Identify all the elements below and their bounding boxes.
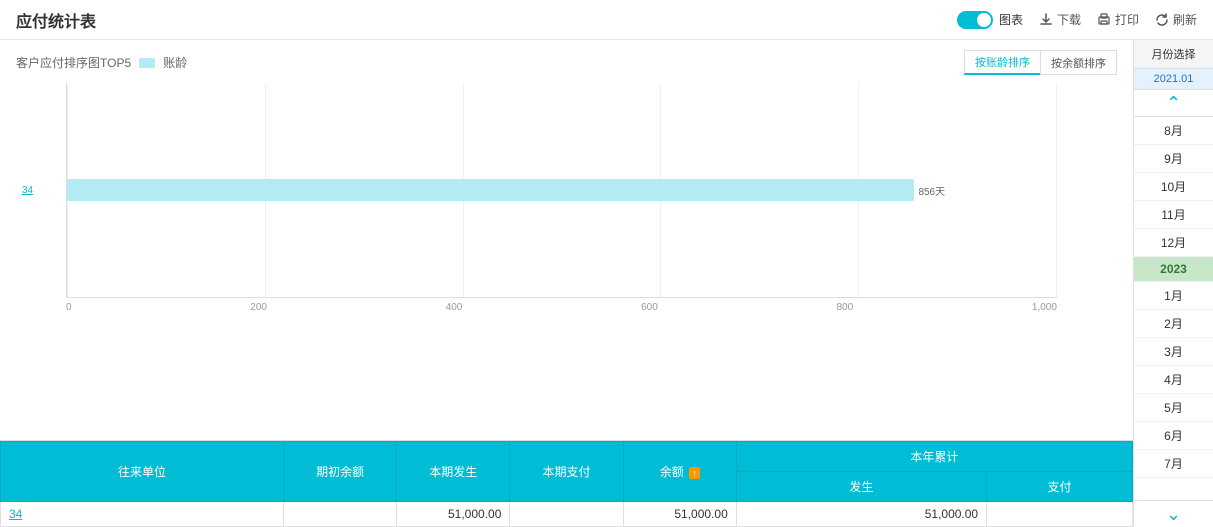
refresh-label: 刷新 — [1173, 11, 1197, 28]
month-item-3[interactable]: 3月 — [1134, 338, 1213, 366]
refresh-icon — [1155, 13, 1169, 27]
sort-by-balance-button[interactable]: 按账龄排序 — [964, 50, 1040, 75]
month-item-1[interactable]: 1月 — [1134, 282, 1213, 310]
bar-value: 856天 — [918, 183, 945, 198]
col-ytd-pay-header: 支付 — [987, 472, 1133, 502]
month-item-2[interactable]: 2月 — [1134, 310, 1213, 338]
cell-ytd-pay — [987, 502, 1133, 527]
chart-legend-title: 客户应付排序图TOP5 — [16, 54, 131, 71]
x-label-400: 400 — [446, 302, 463, 313]
month-item-8[interactable]: 8月 — [1134, 117, 1213, 145]
bar-label[interactable]: 34 — [22, 185, 33, 196]
chart-legend-item: 账龄 — [163, 54, 187, 71]
month-item-11[interactable]: 11月 — [1134, 201, 1213, 229]
page-title: 应付统计表 — [16, 8, 96, 32]
sidebar-current-period: 2021.01 — [1134, 69, 1213, 90]
download-button[interactable]: 下载 — [1039, 11, 1081, 28]
month-list: 8月 9月 10月 11月 12月 2023 1月 2月 3月 4月 5月 6月… — [1134, 117, 1213, 500]
x-label-200: 200 — [250, 302, 267, 313]
month-item-9[interactable]: 9月 — [1134, 145, 1213, 173]
col-current-pay-header: 本期支付 — [510, 442, 623, 502]
print-label: 打印 — [1115, 11, 1139, 28]
month-item-5[interactable]: 5月 — [1134, 394, 1213, 422]
x-label-800: 800 — [837, 302, 854, 313]
col-ytd-header: 本年累计 — [736, 442, 1132, 472]
col-ytd-occ-header: 发生 — [736, 472, 986, 502]
col-unit-header: 往来单位 — [1, 442, 284, 502]
print-button[interactable]: 打印 — [1097, 11, 1139, 28]
sort-by-amount-button[interactable]: 按余额排序 — [1040, 50, 1117, 75]
month-item-4[interactable]: 4月 — [1134, 366, 1213, 394]
cell-ytd-occ: 51,000.00 — [736, 502, 986, 527]
chevron-down-icon: ⌄ — [1166, 504, 1181, 524]
download-label: 下载 — [1057, 11, 1081, 28]
chart-label: 图表 — [999, 11, 1023, 28]
month-item-10[interactable]: 10月 — [1134, 173, 1213, 201]
x-axis: 0 200 400 600 800 1,000 — [66, 298, 1057, 323]
x-label-1000: 1,000 — [1032, 302, 1057, 313]
col-opening-header: 期初余额 — [284, 442, 397, 502]
refresh-button[interactable]: 刷新 — [1155, 11, 1197, 28]
col-current-occ-header: 本期发生 — [397, 442, 510, 502]
cell-unit[interactable]: 34 — [1, 502, 284, 527]
balance-flag: ↑ — [689, 467, 700, 479]
col-balance-header: 余额 ↑ — [623, 442, 736, 502]
year-marker-2023: 2023 — [1134, 257, 1213, 282]
table-row: 34 51,000.00 51,000.00 51,000.00 — [1, 502, 1133, 527]
month-item-7[interactable]: 7月 — [1134, 450, 1213, 478]
legend-color-box — [139, 58, 155, 68]
month-item-12[interactable]: 12月 — [1134, 229, 1213, 257]
bar-fill — [67, 179, 914, 201]
download-icon — [1039, 13, 1053, 27]
sidebar-scroll-down-button[interactable]: ⌄ — [1134, 500, 1213, 527]
chevron-up-icon: ⌃ — [1166, 93, 1181, 113]
month-sidebar: 月份选择 2021.01 ⌃ 8月 9月 10月 11月 12月 2023 1月… — [1133, 40, 1213, 527]
chart-toggle[interactable] — [957, 11, 993, 29]
sidebar-scroll-up-button[interactable]: ⌃ — [1134, 90, 1213, 117]
cell-balance: 51,000.00 — [623, 502, 736, 527]
print-icon — [1097, 13, 1111, 27]
sidebar-header-label: 月份选择 — [1134, 40, 1213, 69]
x-label-0: 0 — [66, 302, 72, 313]
chart-toggle-group: 图表 — [957, 11, 1023, 29]
month-item-6[interactable]: 6月 — [1134, 422, 1213, 450]
x-label-600: 600 — [641, 302, 658, 313]
cell-opening — [284, 502, 397, 527]
cell-current-occ: 51,000.00 — [397, 502, 510, 527]
data-table: 往来单位 期初余额 本期发生 本期支付 余额 ↑ 本年累计 发生 — [0, 441, 1133, 527]
cell-current-pay — [510, 502, 623, 527]
bar-row: 34 856天 — [67, 175, 1057, 205]
